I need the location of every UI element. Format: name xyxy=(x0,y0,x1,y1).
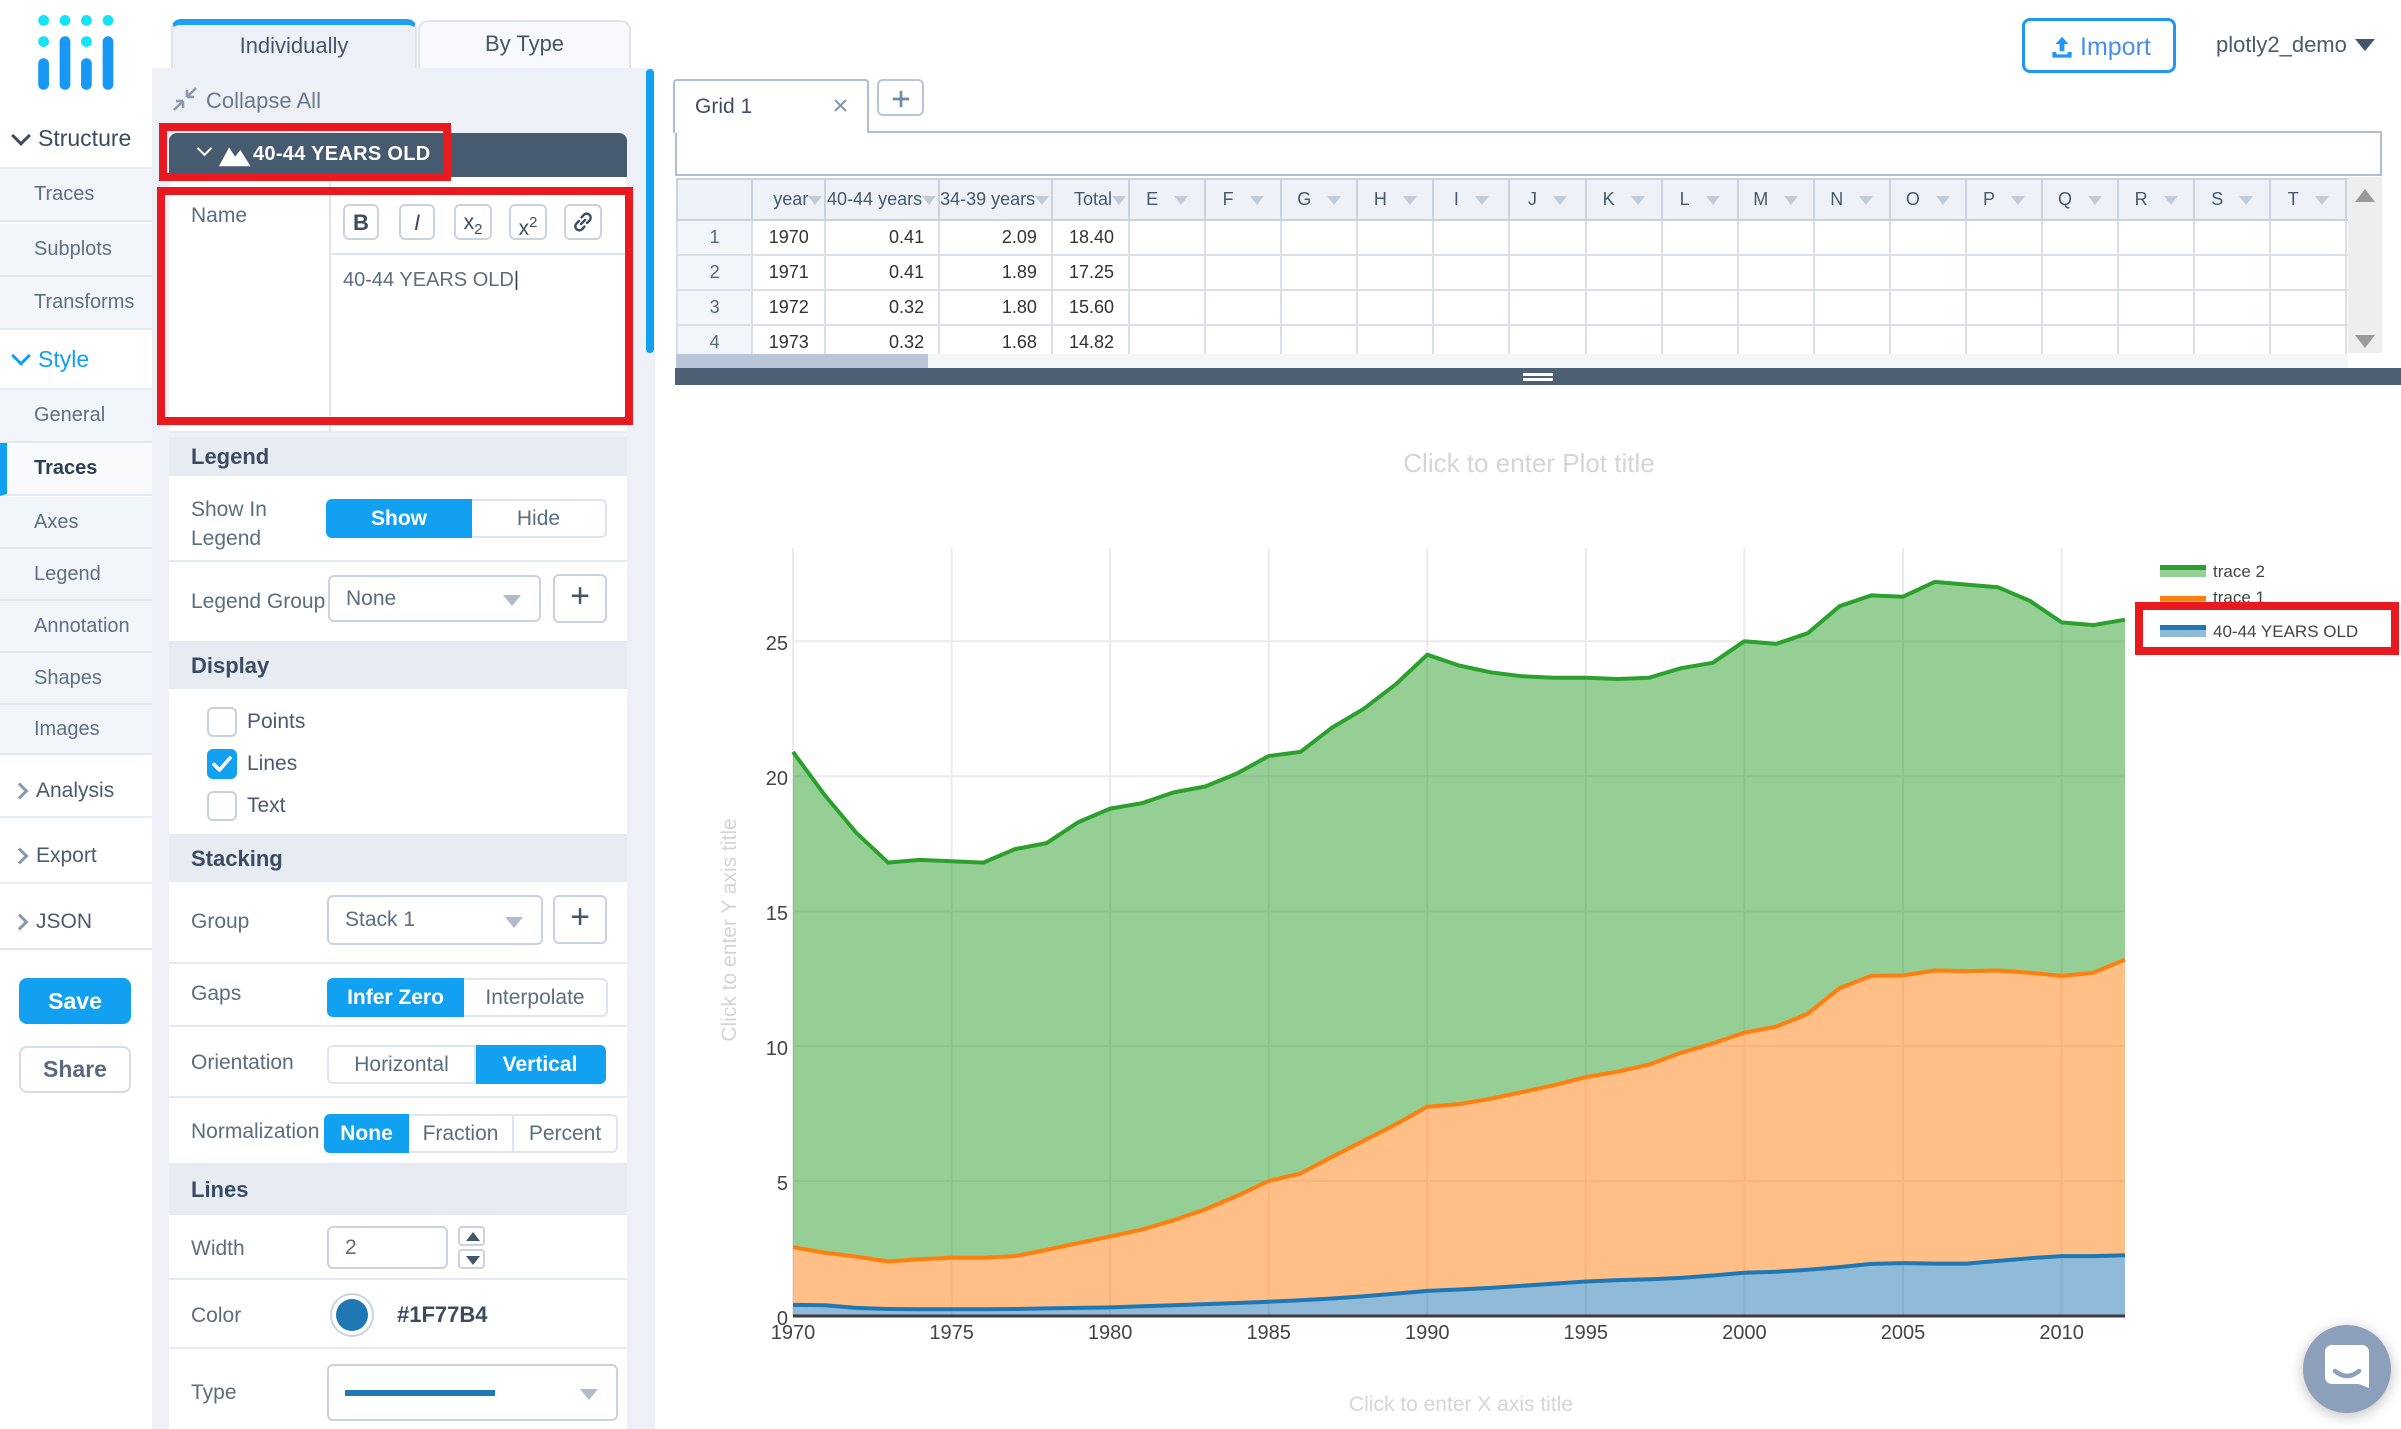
svg-text:1975: 1975 xyxy=(929,1322,974,1344)
svg-text:Click to enter Plot title: Click to enter Plot title xyxy=(1403,448,1654,478)
svg-text:2010: 2010 xyxy=(2039,1322,2084,1344)
svg-text:1980: 1980 xyxy=(1088,1322,1133,1344)
svg-text:1970: 1970 xyxy=(771,1322,816,1344)
svg-text:2000: 2000 xyxy=(1722,1322,1767,1344)
svg-text:trace 2: trace 2 xyxy=(2213,562,2265,581)
svg-text:5: 5 xyxy=(777,1173,788,1195)
svg-text:25: 25 xyxy=(766,633,788,655)
svg-text:Click to enter X axis title: Click to enter X axis title xyxy=(1349,1393,1573,1416)
svg-text:15: 15 xyxy=(766,903,788,925)
svg-text:10: 10 xyxy=(766,1038,788,1060)
svg-text:20: 20 xyxy=(766,768,788,790)
svg-text:1995: 1995 xyxy=(1564,1322,1609,1344)
svg-text:1990: 1990 xyxy=(1405,1322,1450,1344)
svg-text:1985: 1985 xyxy=(1246,1322,1291,1344)
svg-text:Click to enter Y axis title: Click to enter Y axis title xyxy=(718,818,741,1041)
svg-text:2005: 2005 xyxy=(1881,1322,1926,1344)
